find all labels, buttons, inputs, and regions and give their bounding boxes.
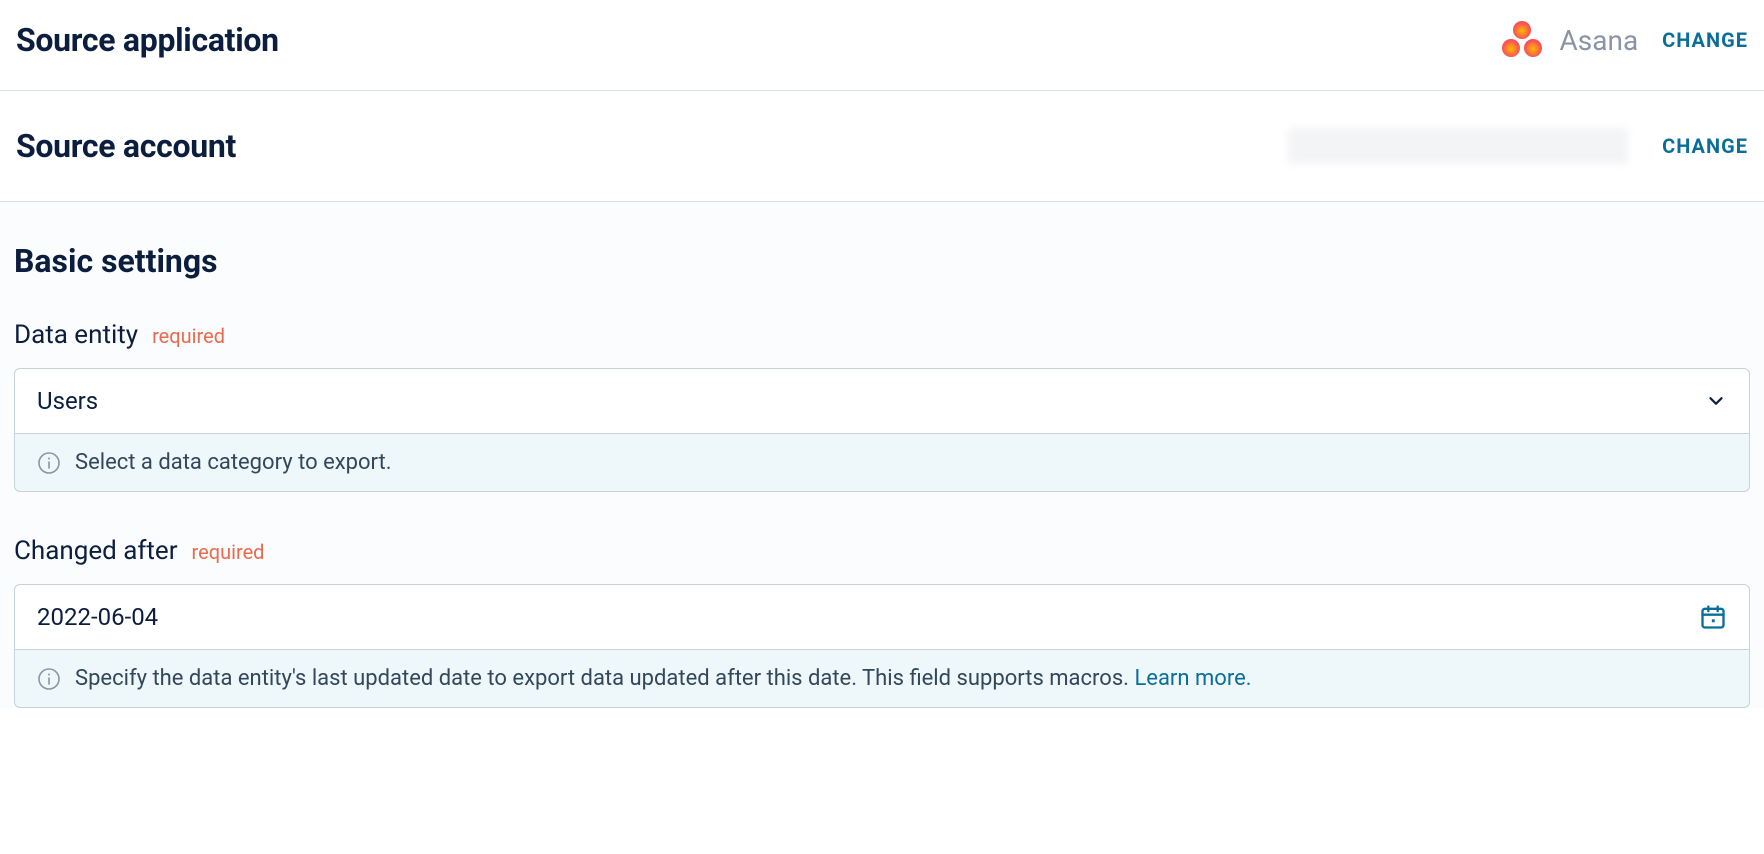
source-application-right: Asana CHANGE <box>1500 18 1748 62</box>
source-application-row: Source application <box>0 0 1764 91</box>
chevron-down-icon <box>1705 390 1727 412</box>
calendar-icon[interactable] <box>1699 603 1727 631</box>
basic-settings-section: Basic settings Data entity required User… <box>0 202 1764 708</box>
source-account-right: CHANGE <box>1288 128 1748 164</box>
change-source-account-button[interactable]: CHANGE <box>1662 134 1748 158</box>
app-brand: Asana <box>1500 18 1639 62</box>
asana-icon <box>1500 18 1544 62</box>
data-entity-helper-text: Select a data category to export. <box>75 450 392 475</box>
changed-after-input-wrapper <box>14 584 1750 650</box>
data-entity-required-tag: required <box>152 324 225 348</box>
changed-after-field: Changed after required <box>14 536 1750 708</box>
info-icon <box>37 451 61 475</box>
changed-after-required-tag: required <box>192 540 265 564</box>
changed-after-helper: Specify the data entity's last updated d… <box>14 650 1750 708</box>
changed-after-label: Changed after <box>14 536 178 566</box>
info-icon <box>37 667 61 691</box>
learn-more-link[interactable]: Learn more. <box>1134 666 1251 691</box>
data-entity-label: Data entity <box>14 320 138 350</box>
changed-after-helper-prefix: Specify the data entity's last updated d… <box>75 666 1134 691</box>
source-account-value-redacted <box>1288 128 1628 164</box>
data-entity-value: Users <box>37 387 98 415</box>
changed-after-label-row: Changed after required <box>14 536 1750 566</box>
data-entity-helper: Select a data category to export. <box>14 434 1750 492</box>
change-source-app-button[interactable]: CHANGE <box>1662 28 1748 52</box>
source-account-title: Source account <box>16 127 236 165</box>
changed-after-helper-text: Specify the data entity's last updated d… <box>75 666 1252 691</box>
data-entity-select[interactable]: Users <box>14 368 1750 434</box>
changed-after-input[interactable] <box>37 603 1699 631</box>
source-application-title: Source application <box>16 21 279 59</box>
app-name-label: Asana <box>1560 24 1639 57</box>
data-entity-field: Data entity required Users <box>14 320 1750 492</box>
basic-settings-title: Basic settings <box>14 242 1750 280</box>
data-entity-label-row: Data entity required <box>14 320 1750 350</box>
source-account-row: Source account CHANGE <box>0 91 1764 202</box>
